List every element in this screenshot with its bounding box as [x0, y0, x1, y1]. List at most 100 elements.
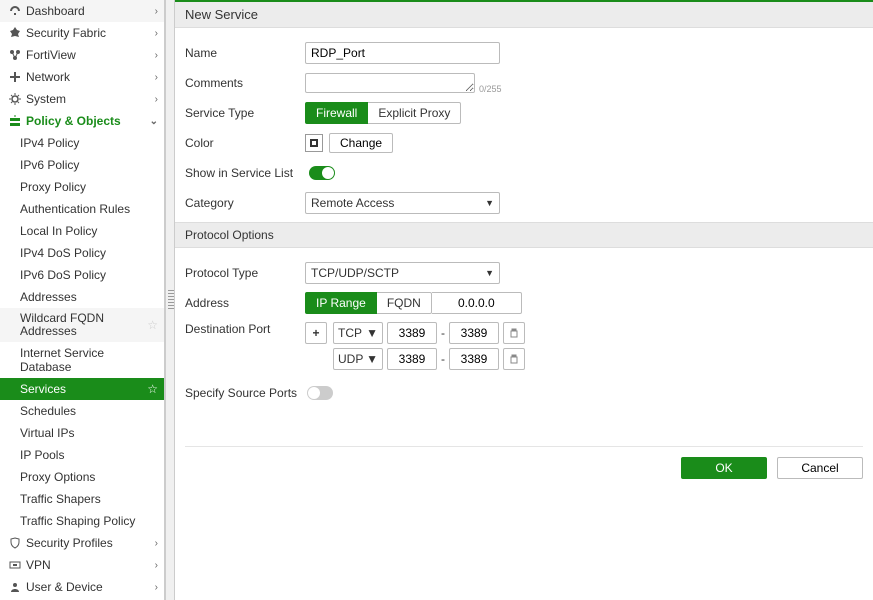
sub-traffic-shapers[interactable]: Traffic Shapers — [0, 488, 164, 510]
main-panel: New Service Name Comments 0/255 Service … — [175, 0, 873, 600]
sub-isdb[interactable]: Internet Service Database — [0, 342, 164, 378]
nav-fortiview[interactable]: FortiView › — [0, 44, 164, 66]
sub-proxy-options[interactable]: Proxy Options — [0, 466, 164, 488]
sub-ipv6-dos[interactable]: IPv6 DoS Policy — [0, 264, 164, 286]
sub-wildcard-fqdn[interactable]: Wildcard FQDN Addresses ☆ — [0, 308, 164, 342]
chevron-down-icon: ⌄ — [150, 116, 158, 127]
sub-proxy-policy[interactable]: Proxy Policy — [0, 176, 164, 198]
dashboard-icon — [8, 4, 22, 18]
nav-security-profiles[interactable]: Security Profiles › — [0, 532, 164, 554]
star-icon: ☆ — [147, 382, 158, 396]
cancel-button[interactable]: Cancel — [777, 457, 863, 479]
proto-select-2[interactable]: UDP ▼ — [333, 348, 383, 370]
service-type-firewall[interactable]: Firewall — [305, 102, 368, 124]
ok-button[interactable]: OK — [681, 457, 767, 479]
service-type-explicit-proxy[interactable]: Explicit Proxy — [368, 102, 461, 124]
label-protocol-type: Protocol Type — [185, 266, 305, 280]
show-in-list-toggle[interactable] — [309, 166, 335, 180]
delete-row-1[interactable] — [503, 322, 525, 344]
system-icon — [8, 92, 22, 106]
sub-label: IPv6 DoS Policy — [20, 268, 106, 282]
nav-label: System — [26, 92, 66, 106]
sub-label: Local In Policy — [20, 224, 97, 238]
chevron-right-icon: › — [155, 582, 158, 593]
sub-label: Proxy Policy — [20, 180, 86, 194]
nav-network[interactable]: Network › — [0, 66, 164, 88]
source-ports-toggle[interactable] — [307, 386, 333, 400]
label-show-list: Show in Service List — [185, 166, 305, 180]
category-value: Remote Access — [311, 196, 394, 210]
nav-user-device[interactable]: User & Device › — [0, 576, 164, 598]
name-field[interactable] — [305, 42, 500, 64]
label-source-ports: Specify Source Ports — [185, 386, 297, 400]
sub-label: Internet Service Database — [20, 346, 156, 374]
address-fqdn[interactable]: FQDN — [377, 292, 432, 314]
port-low-2[interactable] — [387, 348, 437, 370]
protocol-type-value: TCP/UDP/SCTP — [311, 266, 399, 280]
protocol-options-header: Protocol Options — [175, 222, 873, 248]
sub-label: Traffic Shapers — [20, 492, 101, 506]
sub-local-in-policy[interactable]: Local In Policy — [0, 220, 164, 242]
label-comments: Comments — [185, 76, 305, 90]
sub-label: Wildcard FQDN Addresses — [20, 312, 130, 338]
port-high-2[interactable] — [449, 348, 499, 370]
service-type-toggle: Firewall Explicit Proxy — [305, 102, 461, 124]
fortiview-icon — [8, 48, 22, 62]
sidebar-resize-handle[interactable] — [165, 0, 175, 600]
label-category: Category — [185, 196, 305, 210]
port-row-1: TCP ▼ - — [333, 322, 525, 344]
sub-auth-rules[interactable]: Authentication Rules — [0, 198, 164, 220]
nav-label: Policy & Objects — [26, 114, 121, 128]
proto-value: TCP — [338, 326, 362, 340]
comments-counter: 0/255 — [479, 84, 502, 94]
sub-addresses[interactable]: Addresses — [0, 286, 164, 308]
chevron-right-icon: › — [155, 560, 158, 571]
color-swatch — [305, 134, 323, 152]
proto-value: UDP — [338, 352, 363, 366]
nav-vpn[interactable]: VPN › — [0, 554, 164, 576]
nav-dashboard[interactable]: Dashboard › — [0, 0, 164, 22]
nav-label: FortiView — [26, 48, 76, 62]
change-color-button[interactable]: Change — [329, 133, 393, 153]
label-dest-port: Destination Port — [185, 322, 305, 336]
vpn-icon — [8, 558, 22, 572]
ip-field[interactable] — [432, 292, 522, 314]
nav-label: VPN — [26, 558, 51, 572]
nav-policy-objects[interactable]: Policy & Objects ⌄ — [0, 110, 164, 132]
sub-label: Proxy Options — [20, 470, 95, 484]
delete-row-2[interactable] — [503, 348, 525, 370]
sub-schedules[interactable]: Schedules — [0, 400, 164, 422]
user-icon — [8, 580, 22, 594]
port-high-1[interactable] — [449, 322, 499, 344]
port-rows: TCP ▼ - UDP ▼ - — [333, 322, 525, 374]
nav-security-fabric[interactable]: Security Fabric › — [0, 22, 164, 44]
address-ip-range[interactable]: IP Range — [305, 292, 377, 314]
label-address: Address — [185, 296, 305, 310]
chevron-right-icon: › — [155, 72, 158, 83]
comments-field[interactable] — [305, 73, 475, 93]
add-port-button[interactable]: + — [305, 322, 327, 344]
address-toggle: IP Range FQDN — [305, 292, 432, 314]
sub-label: IPv4 Policy — [20, 136, 79, 150]
shield-icon — [8, 536, 22, 550]
sub-virtual-ips[interactable]: Virtual IPs — [0, 422, 164, 444]
nav-system[interactable]: System › — [0, 88, 164, 110]
chevron-right-icon: › — [155, 6, 158, 17]
label-service-type: Service Type — [185, 106, 305, 120]
nav-label: Security Fabric — [26, 26, 106, 40]
sub-ipv6-policy[interactable]: IPv6 Policy — [0, 154, 164, 176]
star-icon: ☆ — [147, 318, 158, 332]
sub-ipv4-dos[interactable]: IPv4 DoS Policy — [0, 242, 164, 264]
caret-down-icon: ▼ — [485, 268, 494, 278]
proto-select-1[interactable]: TCP ▼ — [333, 322, 383, 344]
dash: - — [441, 326, 445, 340]
sub-ip-pools[interactable]: IP Pools — [0, 444, 164, 466]
port-low-1[interactable] — [387, 322, 437, 344]
nav-label: Security Profiles — [26, 536, 113, 550]
protocol-type-select[interactable]: TCP/UDP/SCTP ▼ — [305, 262, 500, 284]
sub-ipv4-policy[interactable]: IPv4 Policy — [0, 132, 164, 154]
port-row-2: UDP ▼ - — [333, 348, 525, 370]
sub-traffic-shaping-policy[interactable]: Traffic Shaping Policy — [0, 510, 164, 532]
category-select[interactable]: Remote Access ▼ — [305, 192, 500, 214]
sub-services[interactable]: Services ☆ — [0, 378, 164, 400]
